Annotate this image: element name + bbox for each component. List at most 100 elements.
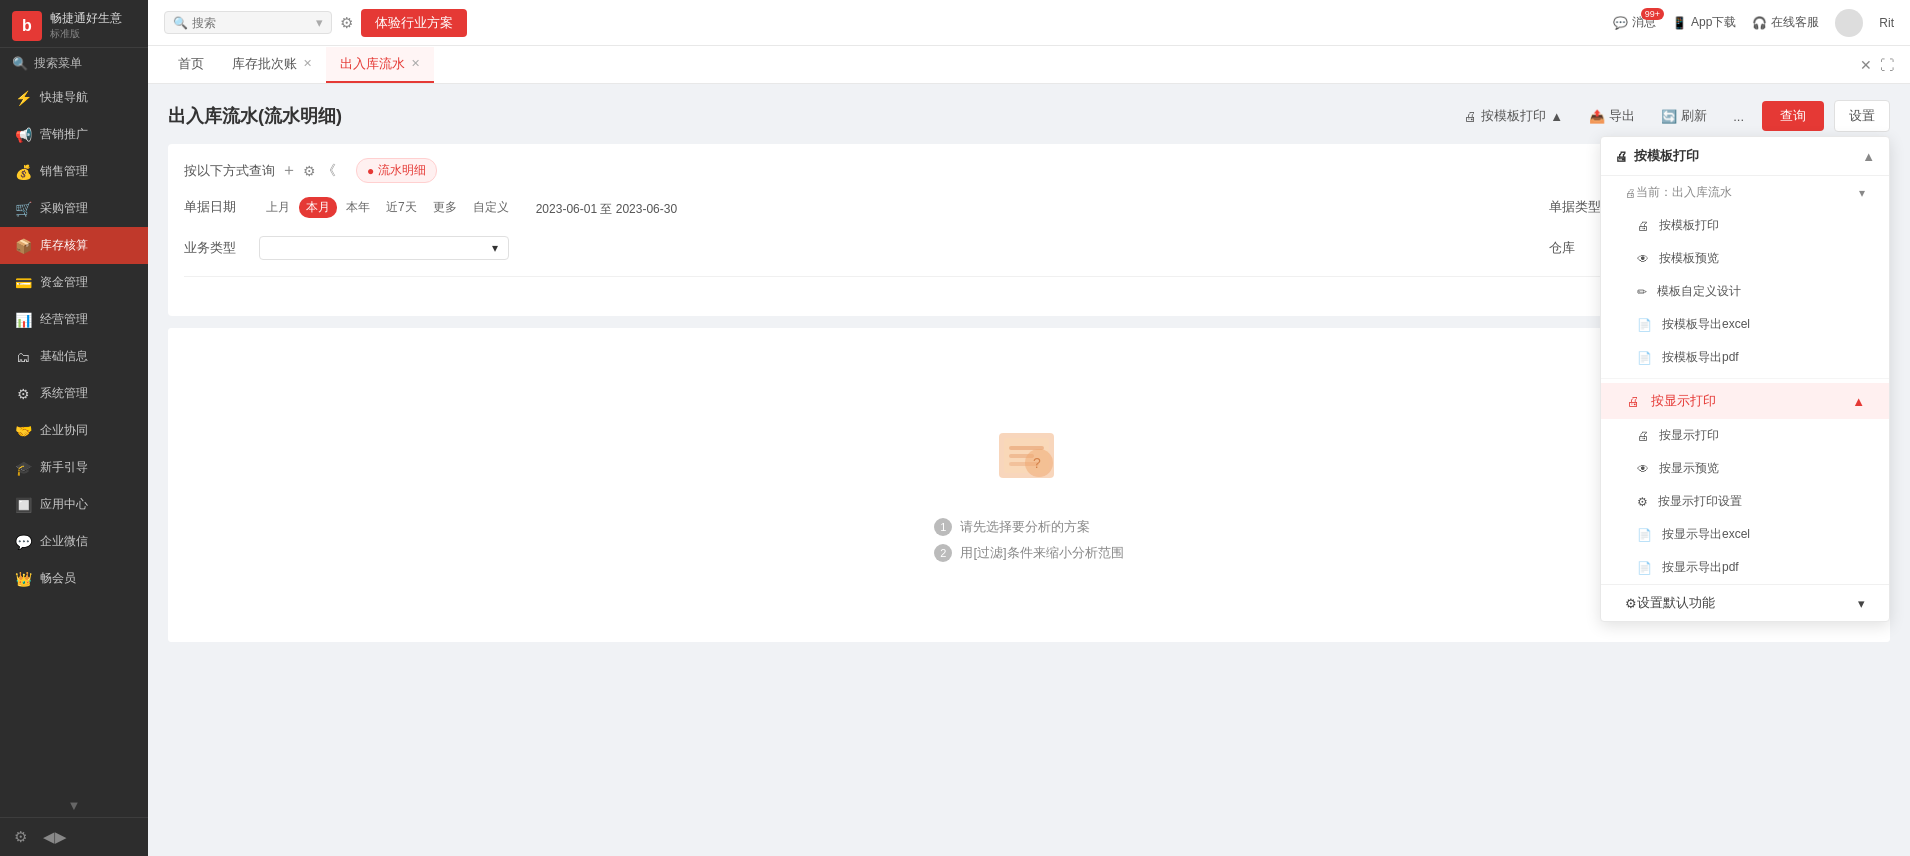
tab-stock-flow[interactable]: 出入库流水 ✕ [326,47,434,83]
display-excel-icon: 📄 [1637,528,1652,542]
export-button[interactable]: 📤 导出 [1581,103,1643,129]
template-print-button[interactable]: 🖨 按模板打印 ▲ [1456,103,1571,129]
dropdown-header: 🖨 按模板打印 ▲ [1601,137,1889,176]
basics-icon: 🗂 [14,349,32,365]
dropdown-display-preview[interactable]: 👁 按显示预览 [1601,452,1889,485]
display-preview-icon: 👁 [1637,462,1649,476]
logo-text: 畅捷通好生意 标准版 [50,10,122,41]
system-icon: ⚙ [14,386,32,402]
wechat-icon: 💬 [14,534,32,550]
service-icon: 🎧 [1752,16,1767,30]
topbar: 🔍 ▾ ⚙ 体验行业方案 💬 消息 99+ 📱 App下载 🎧 在线客服 Ri [148,0,1910,46]
topbar-dropdown-icon[interactable]: ▾ [316,15,323,30]
dropdown-template-export-pdf[interactable]: 📄 按模板导出pdf [1601,341,1889,374]
date-btn-more[interactable]: 更多 [426,197,464,218]
template-preview-icon: 👁 [1637,252,1649,266]
sidebar-item-system[interactable]: ⚙ 系统管理 [0,375,148,412]
dropdown-display-excel[interactable]: 📄 按显示导出excel [1601,518,1889,551]
sidebar-item-finance[interactable]: 💳 资金管理 [0,264,148,301]
sidebar-item-basics[interactable]: 🗂 基础信息 [0,338,148,375]
add-condition-btn[interactable]: ＋ [281,160,297,181]
dropdown-template-design[interactable]: ✏ 模板自定义设计 [1601,275,1889,308]
template-pdf-icon: 📄 [1637,351,1652,365]
more-button[interactable]: ... [1725,105,1752,128]
business-type-select[interactable]: ▾ [259,236,509,260]
template-design-icon: ✏ [1637,285,1647,299]
tab-close-window[interactable]: ✕ [1860,57,1872,73]
tab-stock-flow-close[interactable]: ✕ [411,57,420,70]
sidebar-item-apps[interactable]: 🔲 应用中心 [0,486,148,523]
refresh-button[interactable]: 🔄 刷新 [1653,103,1715,129]
sidebar-item-sales[interactable]: 💰 销售管理 [0,153,148,190]
sidebar: b 畅捷通好生意 标准版 🔍 搜索菜单 ⚡ 快捷导航 📢 营销推广 💰 销售管理… [0,0,148,856]
sidebar-nav: ⚡ 快捷导航 📢 营销推广 💰 销售管理 🛒 采购管理 📦 库存核算 💳 资金管… [0,79,148,794]
quick-nav-icon: ⚡ [14,90,32,106]
dropdown-template-export-excel[interactable]: 📄 按模板导出excel [1601,308,1889,341]
empty-step-1: 1 请先选择要分析的方案 [934,518,1123,536]
user-avatar[interactable] [1835,9,1863,37]
collapse-sidebar-icon[interactable]: ◀▶ [43,828,67,846]
member-icon: 👑 [14,571,32,587]
tab-inventory-batch[interactable]: 库存批次账 ✕ [218,47,326,83]
sidebar-item-purchase[interactable]: 🛒 采购管理 [0,190,148,227]
date-btn-this-year[interactable]: 本年 [339,197,377,218]
filter-tag-flow-detail[interactable]: ● 流水明细 [356,158,437,183]
dropdown-display-print-header[interactable]: 🖨 按显示打印 ▲ [1601,383,1889,419]
print-icon: 🖨 [1464,109,1477,124]
template-excel-icon: 📄 [1637,318,1652,332]
settings-bottom-icon[interactable]: ⚙ [14,828,27,846]
display-print-collapse[interactable]: ▲ [1852,394,1865,409]
dropdown-set-default[interactable]: ⚙ 设置默认功能 ▾ [1601,584,1889,621]
print-dropdown-panel: 🖨 按模板打印 ▲ 🖨 当前：出入库流水 ▾ 🖨 按模板打印 [1600,136,1890,622]
export-icon: 📤 [1589,109,1605,124]
topbar-search-input[interactable] [192,16,312,30]
display-pdf-icon: 📄 [1637,561,1652,575]
date-btn-last-month[interactable]: 上月 [259,197,297,218]
display-print-icon: 🖨 [1637,429,1649,443]
message-btn[interactable]: 💬 消息 99+ [1613,14,1656,31]
marketing-icon: 📢 [14,127,32,143]
current-icon: 🖨 [1625,187,1636,199]
sidebar-item-cooperation[interactable]: 🤝 企业协同 [0,412,148,449]
tab-home[interactable]: 首页 [164,47,218,83]
sidebar-item-search[interactable]: 🔍 搜索菜单 [0,48,148,79]
tab-maximize[interactable]: ⛶ [1880,57,1894,73]
dropdown-display-pdf[interactable]: 📄 按显示导出pdf [1601,551,1889,584]
solution-button[interactable]: 体验行业方案 [361,9,467,37]
topbar-gear-icon[interactable]: ⚙ [340,14,353,32]
online-service-btn[interactable]: 🎧 在线客服 [1752,14,1819,31]
dropdown-collapse-icon[interactable]: ▲ [1862,149,1875,164]
sidebar-item-marketing[interactable]: 📢 营销推广 [0,116,148,153]
print-dropdown-arrow[interactable]: ▲ [1550,109,1563,124]
sidebar-item-wechat[interactable]: 💬 企业微信 [0,523,148,560]
sidebar-item-quick-nav[interactable]: ⚡ 快捷导航 [0,79,148,116]
date-btn-7days[interactable]: 近7天 [379,197,424,218]
empty-steps: 1 请先选择要分析的方案 2 用[过滤]条件来缩小分析范围 [934,518,1123,562]
topbar-search-icon: 🔍 [173,16,188,30]
filter-setting-btn[interactable]: ⚙ [303,163,316,179]
query-button[interactable]: 查询 [1762,101,1824,131]
dropdown-divider [1601,378,1889,379]
dropdown-display-print[interactable]: 🖨 按显示打印 [1601,419,1889,452]
sidebar-item-inventory[interactable]: 📦 库存核算 [0,227,148,264]
sidebar-item-member[interactable]: 👑 畅会员 [0,560,148,597]
tab-inventory-batch-close[interactable]: ✕ [303,57,312,70]
svg-text:?: ? [1033,455,1041,471]
template-print-icon: 🖨 [1637,219,1649,233]
sidebar-scroll-down[interactable]: ▼ [0,794,148,817]
date-btn-this-month[interactable]: 本月 [299,197,337,218]
settings-button[interactable]: 设置 [1834,100,1890,132]
guide-icon: 🎓 [14,460,32,476]
dropdown-header-label: 🖨 按模板打印 [1615,147,1699,165]
set-default-icon: ⚙ [1625,596,1637,611]
dropdown-display-settings[interactable]: ⚙ 按显示打印设置 [1601,485,1889,518]
display-print-section-icon: 🖨 [1625,394,1641,409]
dropdown-template-print[interactable]: 🖨 按模板打印 [1601,209,1889,242]
message-icon: 💬 [1613,16,1628,30]
filter-collapse-left-btn[interactable]: 《 [322,162,336,180]
sidebar-item-guide[interactable]: 🎓 新手引导 [0,449,148,486]
app-download-btn[interactable]: 📱 App下载 [1672,14,1736,31]
sidebar-item-operations[interactable]: 📊 经营管理 [0,301,148,338]
dropdown-template-preview[interactable]: 👁 按模板预览 [1601,242,1889,275]
date-btn-custom[interactable]: 自定义 [466,197,516,218]
